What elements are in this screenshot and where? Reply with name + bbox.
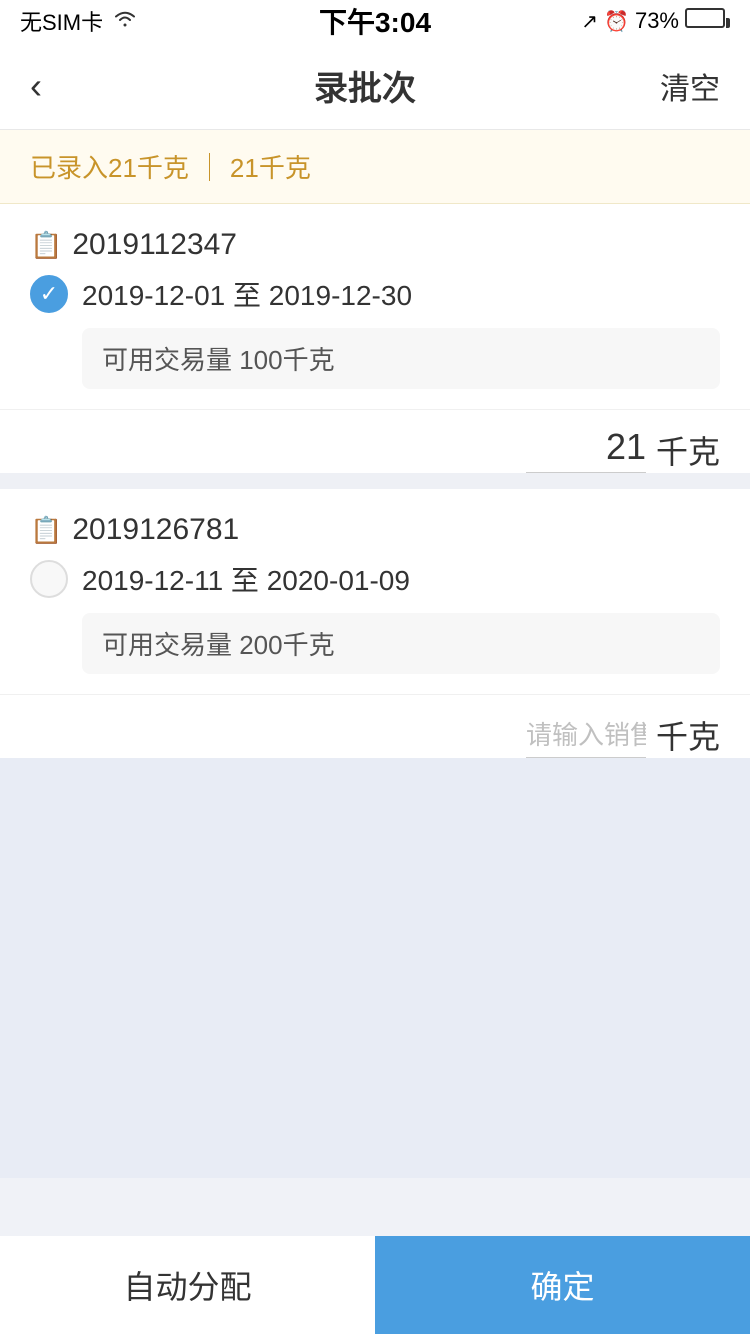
summary-label: 已录入21千克 [30,148,189,185]
quantity-unit-2: 千克 [656,712,720,758]
batch-list: 📋 2019112347 ✓ 2019-12-01 至 2019-12-30 可… [0,204,750,473]
check-icon-1: ✓ [40,283,58,305]
batch-list-2: 📋 2019126781 2019-12-11 至 2020-01-09 可用交… [0,489,750,758]
radio-1[interactable]: ✓ [30,275,68,313]
alarm-icon: ⏰ [604,9,629,34]
confirm-button[interactable]: 确定 [375,1236,750,1334]
batch-item-1: 📋 2019112347 ✓ 2019-12-01 至 2019-12-30 可… [0,204,750,410]
quantity-row-1: 千克 [0,410,750,473]
auto-distribute-button[interactable]: 自动分配 [0,1236,375,1334]
batch-header-1: 📋 2019112347 [30,228,720,262]
summary-bar: 已录入21千克 21千克 [0,130,750,204]
batch-date-row-2[interactable]: 2019-12-11 至 2020-01-09 [30,559,720,599]
quantity-row-2: 千克 [0,695,750,758]
status-right: ↗ ⏰ 73% [581,8,730,34]
batch-header-2: 📋 2019126781 [30,513,720,547]
quantity-unit-1: 千克 [656,427,720,473]
status-time: 下午3:04 [319,1,431,41]
page-title: 录批次 [314,61,416,110]
summary-divider [209,153,210,181]
status-bar: 无SIM卡 下午3:04 ↗ ⏰ 73% [0,0,750,42]
clear-button[interactable]: 清空 [640,64,720,108]
location-icon: ↗ [581,9,598,34]
battery-icon [685,8,730,34]
battery-pct: 73% [635,8,679,34]
batch-available-1: 可用交易量 100千克 [82,328,720,389]
batch-available-2: 可用交易量 200千克 [82,613,720,674]
batch-id-2: 2019126781 [72,513,239,547]
carrier-label: 无SIM卡 [20,5,103,37]
batch-id-1: 2019112347 [72,228,237,262]
wifi-icon [111,7,139,35]
bottom-area [0,758,750,1178]
radio-2[interactable] [30,560,68,598]
nav-bar: ‹ 录批次 清空 [0,42,750,130]
batch-doc-icon-1: 📋 [30,230,62,261]
batch-date-row-1[interactable]: ✓ 2019-12-01 至 2019-12-30 [30,274,720,314]
batch-date-1: 2019-12-01 至 2019-12-30 [82,274,412,314]
quantity-input-1[interactable] [526,426,646,473]
item-separator [0,473,750,489]
batch-date-2: 2019-12-11 至 2020-01-09 [82,559,410,599]
back-button[interactable]: ‹ [30,65,90,107]
summary-value: 21千克 [230,148,311,185]
status-left: 无SIM卡 [20,5,139,37]
batch-item-2: 📋 2019126781 2019-12-11 至 2020-01-09 可用交… [0,489,750,695]
batch-doc-icon-2: 📋 [30,515,62,546]
bottom-bar: 自动分配 确定 [0,1236,750,1334]
quantity-input-2[interactable] [526,711,646,758]
